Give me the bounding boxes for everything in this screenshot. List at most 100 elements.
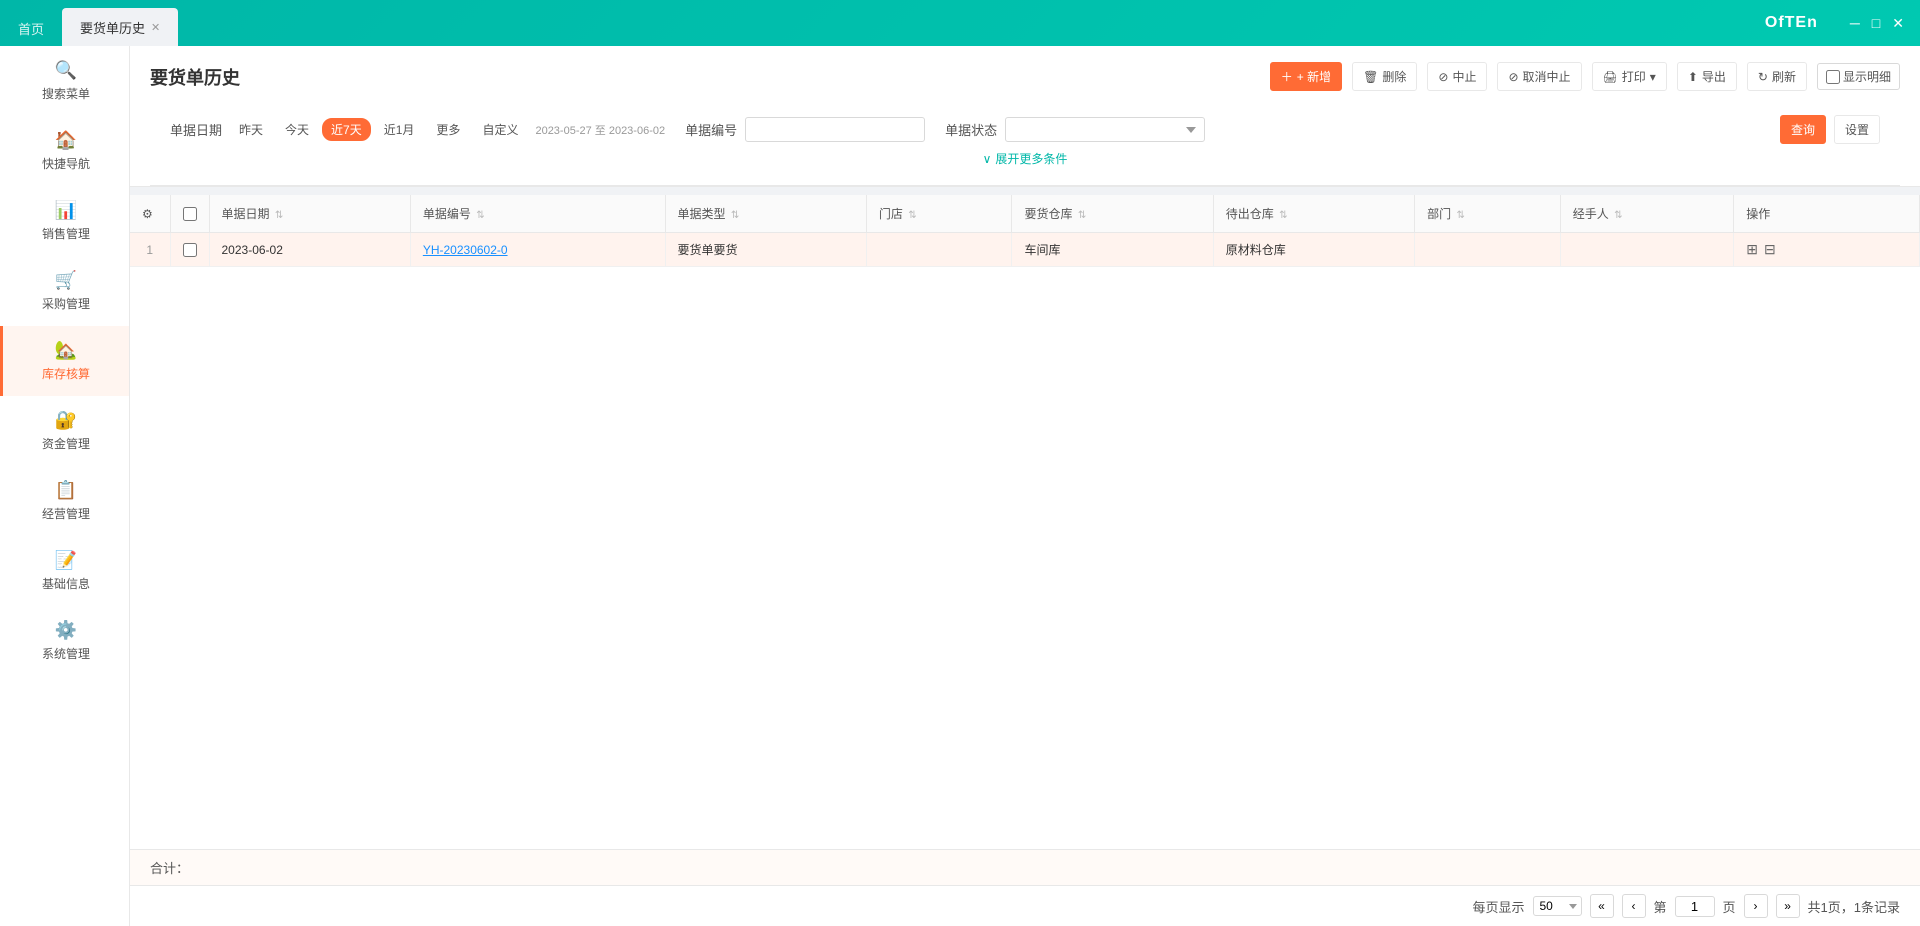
tab-requisition-history[interactable]: 要货单历史 ✕ xyxy=(62,8,178,46)
date-btn-more[interactable]: 更多 xyxy=(427,118,469,141)
sidebar-item-system-mgmt[interactable]: ⚙️ 系统管理 xyxy=(0,606,129,676)
cell-bill-type: 要货单要货 xyxy=(665,233,866,267)
stop-button[interactable]: ⊘ 中止 xyxy=(1427,62,1487,91)
inventory-calc-icon: 🏡 xyxy=(55,340,77,361)
cell-action: ⊞ ⊟ xyxy=(1734,233,1920,267)
page-input[interactable] xyxy=(1675,896,1715,917)
minimize-icon[interactable]: ─ xyxy=(1850,15,1860,31)
row-checkbox[interactable] xyxy=(183,243,197,257)
sort-dept-icon[interactable]: ⇅ xyxy=(1456,210,1464,221)
table-container: ⚙ 单据日期 ⇅ xyxy=(130,195,1920,849)
bill-no-link[interactable]: YH-20230602-0 xyxy=(423,243,508,257)
date-btn-7days[interactable]: 近7天 xyxy=(322,118,371,141)
sidebar-label-purchase-mgmt: 采购管理 xyxy=(42,295,90,312)
page-title-row: 要货单历史 ＋ + 新增 🗑 删除 ⊘ 中止 xyxy=(150,62,1900,91)
brand-text: OfTEn xyxy=(1745,14,1838,32)
refresh-button[interactable]: ↻ 刷新 xyxy=(1747,62,1807,91)
print-icon: 🖨 xyxy=(1603,70,1618,84)
prev-page-button[interactable]: ‹ xyxy=(1622,894,1646,918)
status-select[interactable] xyxy=(1005,117,1205,142)
sidebar-item-quick-nav[interactable]: 🏠 快捷导航 xyxy=(0,116,129,186)
sales-mgmt-icon: 📊 xyxy=(55,200,77,221)
sidebar: 🔍 搜索菜单 🏠 快捷导航 📊 销售管理 🛒 采购管理 🏡 库存核算 🔐 xyxy=(0,46,130,926)
th-checkbox xyxy=(170,195,209,233)
bill-no-filter-group: 单据编号 xyxy=(685,117,925,142)
sidebar-item-basic-info[interactable]: 📝 基础信息 xyxy=(0,536,129,606)
date-shortcuts: 昨天 今天 近7天 近1月 更多 自定义 xyxy=(230,118,527,141)
sidebar-item-fund-mgmt[interactable]: 🔐 资金管理 xyxy=(0,396,129,466)
export-button[interactable]: ⬆ 导出 xyxy=(1677,62,1737,91)
fund-mgmt-icon: 🔐 xyxy=(55,410,77,431)
sort-bill-no-icon[interactable]: ⇅ xyxy=(476,210,484,221)
sort-store-icon[interactable]: ⇅ xyxy=(908,210,916,221)
refresh-icon: ↻ xyxy=(1758,70,1768,84)
operation-mgmt-icon: 📋 xyxy=(55,480,77,501)
cell-bill-no[interactable]: YH-20230602-0 xyxy=(410,233,665,267)
basic-info-icon: 📝 xyxy=(55,550,77,571)
query-button[interactable]: 查询 xyxy=(1780,115,1826,144)
maximize-icon[interactable]: □ xyxy=(1872,15,1880,31)
cell-date: 2023-06-02 xyxy=(209,233,410,267)
last-page-button[interactable]: » xyxy=(1776,894,1800,918)
cell-checkbox xyxy=(170,233,209,267)
sidebar-item-operation-mgmt[interactable]: 📋 经营管理 xyxy=(0,466,129,536)
print-button[interactable]: 🖨 打印 ▾ xyxy=(1592,62,1667,91)
status-label: 单据状态 xyxy=(945,120,997,139)
export-icon: ⬆ xyxy=(1688,70,1698,84)
display-detail-button[interactable]: 显示明细 xyxy=(1817,63,1900,90)
close-window-icon[interactable]: ✕ xyxy=(1892,15,1904,32)
top-bar: 首页 要货单历史 ✕ OfTEn ─ □ ✕ xyxy=(0,0,1920,46)
sort-pending-warehouse-icon[interactable]: ⇅ xyxy=(1279,210,1287,221)
quick-nav-icon: 🏠 xyxy=(55,130,77,151)
main-layout: 🔍 搜索菜单 🏠 快捷导航 📊 销售管理 🛒 采购管理 🏡 库存核算 🔐 xyxy=(0,46,1920,926)
system-mgmt-icon: ⚙️ xyxy=(55,620,77,641)
date-btn-1month[interactable]: 近1月 xyxy=(375,118,424,141)
sidebar-item-purchase-mgmt[interactable]: 🛒 采购管理 xyxy=(0,256,129,326)
sidebar-label-sales-mgmt: 销售管理 xyxy=(42,225,90,242)
sidebar-item-inventory-calc[interactable]: 🏡 库存核算 xyxy=(0,326,129,396)
page-size-select[interactable]: 10 20 50 100 xyxy=(1533,896,1582,916)
date-btn-today[interactable]: 今天 xyxy=(276,118,318,141)
edit-icon[interactable]: ⊞ xyxy=(1746,241,1758,258)
th-dept: 部门 ⇅ xyxy=(1415,195,1561,233)
date-btn-yesterday[interactable]: 昨天 xyxy=(230,118,272,141)
sort-handler-icon[interactable]: ⇅ xyxy=(1614,210,1622,221)
th-handler: 经手人 ⇅ xyxy=(1560,195,1733,233)
select-all-checkbox[interactable] xyxy=(183,207,197,221)
sidebar-label-search-menu: 搜索菜单 xyxy=(42,85,90,102)
expand-more-btn[interactable]: ∨ 展开更多条件 xyxy=(170,144,1880,173)
cancel-stop-button[interactable]: ⊘ 取消中止 xyxy=(1497,62,1581,91)
sort-bill-type-icon[interactable]: ⇅ xyxy=(731,210,739,221)
tab-home[interactable]: 首页 xyxy=(0,10,62,46)
next-page-button[interactable]: › xyxy=(1744,894,1768,918)
display-detail-checkbox[interactable] xyxy=(1826,70,1840,84)
delete-icon: 🗑 xyxy=(1363,70,1378,84)
sidebar-item-sales-mgmt[interactable]: 📊 销售管理 xyxy=(0,186,129,256)
page-label: 页 xyxy=(1723,897,1736,916)
tab-close-icon[interactable]: ✕ xyxy=(151,21,160,34)
th-bill-no: 单据编号 ⇅ xyxy=(410,195,665,233)
print-dropdown-icon: ▾ xyxy=(1650,70,1656,84)
settings-button[interactable]: 设置 xyxy=(1834,115,1880,144)
page-jump-label: 第 xyxy=(1654,897,1667,916)
sidebar-item-search-menu[interactable]: 🔍 搜索菜单 xyxy=(0,46,129,116)
sidebar-label-system-mgmt: 系统管理 xyxy=(42,645,90,662)
page-size-label: 每页显示 xyxy=(1472,897,1524,916)
sort-req-warehouse-icon[interactable]: ⇅ xyxy=(1078,210,1086,221)
stop-icon: ⊘ xyxy=(1438,70,1448,84)
th-settings[interactable]: ⚙ xyxy=(130,195,170,233)
sort-date-icon[interactable]: ⇅ xyxy=(275,210,283,221)
first-page-button[interactable]: « xyxy=(1590,894,1614,918)
date-btn-custom[interactable]: 自定义 xyxy=(473,118,527,141)
page-title: 要货单历史 xyxy=(150,64,240,90)
new-button[interactable]: ＋ + 新增 xyxy=(1270,62,1342,91)
data-table: ⚙ 单据日期 ⇅ xyxy=(130,195,1920,267)
sidebar-label-fund-mgmt: 资金管理 xyxy=(42,435,90,452)
sidebar-label-operation-mgmt: 经营管理 xyxy=(42,505,90,522)
th-req-warehouse: 要货仓库 ⇅ xyxy=(1012,195,1213,233)
sidebar-label-inventory-calc: 库存核算 xyxy=(42,365,90,382)
more-icon[interactable]: ⊟ xyxy=(1764,241,1776,258)
bill-no-input[interactable] xyxy=(745,117,925,142)
table-body: 1 2023-06-02 YH-20230602-0 要货单要货 xyxy=(130,233,1920,267)
delete-button[interactable]: 🗑 删除 xyxy=(1352,62,1417,91)
